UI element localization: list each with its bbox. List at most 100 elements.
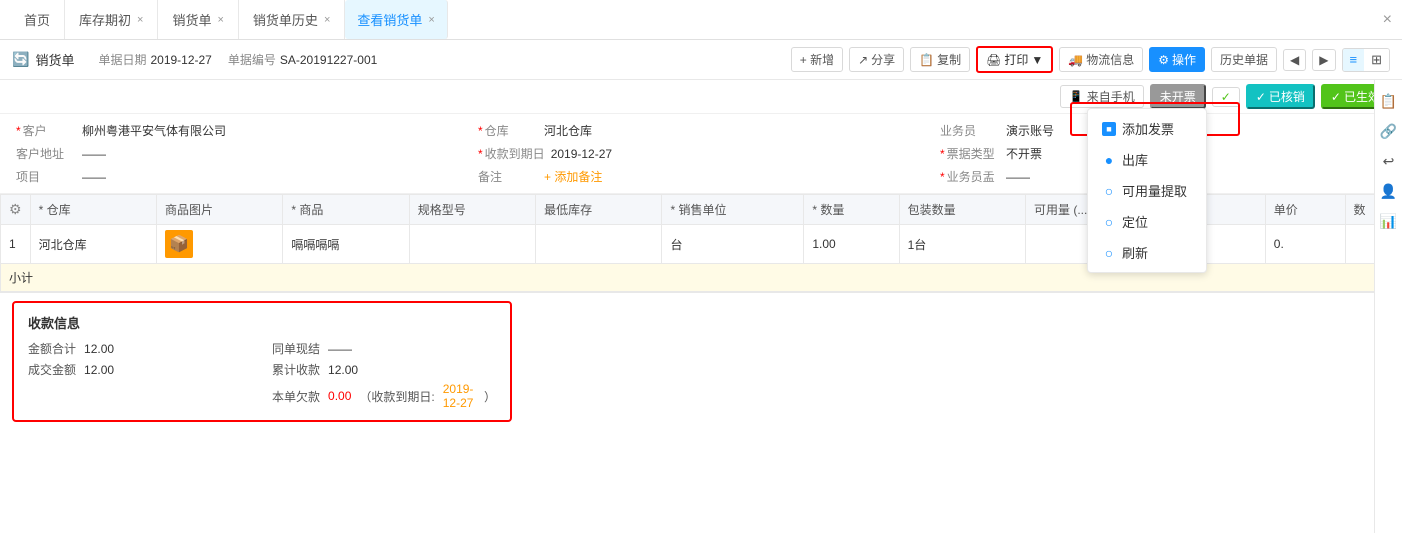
note-label: 备注 [478, 168, 538, 185]
amount-total-value: 12.00 [84, 342, 114, 356]
address-label: 客户地址 [16, 145, 76, 162]
outbound-item[interactable]: ● 出库 [1088, 144, 1206, 175]
copy-icon: 📋 [919, 53, 934, 67]
warehouse-value: 河北仓库 [544, 122, 592, 139]
col-unit: * 销售单位 [662, 195, 804, 225]
due-date-value: 2019-12-27 [551, 147, 612, 161]
window-close-button[interactable]: × [1383, 11, 1392, 29]
this-order-row: 本单欠款 0.00 （收款到期日: 2019-12-27 ） [272, 382, 496, 410]
locate-icon: ○ [1102, 215, 1116, 229]
tab-sales-close[interactable]: × [217, 14, 223, 26]
amount-total-label: 金额合计 [28, 340, 76, 357]
tab-inventory[interactable]: 库存期初 × [65, 0, 158, 39]
customer-value: 柳州粤港平安气体有限公司 [82, 122, 226, 139]
available-qty-icon: ○ [1102, 184, 1116, 198]
col-warehouse: * 仓库 [30, 195, 156, 225]
row-product: 嗝嗝嗝嗝 [283, 225, 409, 264]
locate-label: 定位 [1122, 212, 1148, 231]
row-warehouse: 河北仓库 [30, 225, 156, 264]
this-order-label: 本单欠款 [272, 388, 320, 405]
tab-sales-history-close[interactable]: × [324, 14, 330, 26]
add-invoice-icon: ■ [1102, 122, 1116, 136]
customer-field: 客户 柳州粤港平安气体有限公司 [16, 122, 462, 139]
refresh-label: 刷新 [1122, 243, 1148, 262]
confirm-button[interactable]: ✓ [1212, 87, 1240, 107]
transaction-value: 12.00 [84, 363, 114, 377]
operations-button[interactable]: ⚙ 操作 [1149, 47, 1205, 72]
doc-title: 🔄 销货单 [12, 50, 74, 69]
share-button[interactable]: ↗ 分享 [849, 47, 904, 72]
history-button[interactable]: 历史单据 [1211, 47, 1277, 72]
locate-item[interactable]: ○ 定位 [1088, 206, 1206, 237]
print-button[interactable]: 🖨 打印 ▼ [976, 46, 1053, 73]
customer-label: 客户 [16, 122, 76, 139]
sidebar-icon-4[interactable]: 👤 [1378, 180, 1400, 202]
row-product-img: 📦 [156, 225, 282, 264]
doc-number-label: 单据编号 [228, 51, 276, 68]
tab-check-sales[interactable]: 查看销货单 × [345, 0, 447, 39]
sold-out-icon: ✓ [1256, 90, 1266, 104]
col-pack-qty: 包装数量 [899, 195, 1025, 225]
add-invoice-item[interactable]: ■ 添加发票 [1088, 113, 1206, 144]
project-value: —— [82, 170, 106, 184]
table-settings-icon[interactable]: ⚙ [9, 201, 22, 217]
sales-order-icon: 🔄 [12, 51, 29, 68]
staff-value: 演示账号 [1006, 122, 1054, 139]
payment-info-box: 收款信息 金额合计 12.00 同单现结 —— 成交金额 12.00 累计收款 … [12, 301, 512, 422]
refresh-item[interactable]: ○ 刷新 [1088, 237, 1206, 268]
row-min-stock [536, 225, 662, 264]
due-end: ） [484, 388, 496, 405]
same-order-label: 同单现结 [272, 340, 320, 357]
add-note-button[interactable]: + 添加备注 [544, 168, 602, 185]
project-label: 项目 [16, 168, 76, 185]
this-order-value: 0.00 [328, 389, 351, 403]
logistics-button[interactable]: 🚚 物流信息 [1059, 47, 1143, 72]
warehouse-label: 仓库 [478, 122, 538, 139]
sidebar-icon-2[interactable]: 🔗 [1378, 120, 1400, 142]
view-toggle: ≡ ⊞ [1342, 48, 1391, 72]
not-open-ticket-button[interactable]: 未开票 [1150, 84, 1206, 109]
transaction-label: 成交金额 [28, 361, 76, 378]
row-price: 0. [1265, 225, 1345, 264]
address-field: 客户地址 —— [16, 145, 462, 162]
cumulative-row: 累计收款 12.00 [272, 361, 496, 378]
tab-sales[interactable]: 销货单 × [158, 0, 238, 39]
payment-title: 收款信息 [28, 313, 496, 332]
view-grid-button[interactable]: ⊞ [1364, 49, 1389, 71]
from-phone-button[interactable]: 📱 来自手机 [1060, 85, 1144, 108]
tab-home[interactable]: 首页 [10, 0, 65, 39]
doc-number-value: SA-20191227-001 [280, 53, 377, 67]
sidebar-icon-1[interactable]: 📋 [1378, 90, 1400, 112]
print-icon: 🖨 [986, 53, 1001, 67]
staff2-label: 业务员盂 [940, 168, 1000, 185]
row-pack-qty: 1台 [899, 225, 1025, 264]
operations-icon: ⚙ [1158, 53, 1169, 67]
view-list-button[interactable]: ≡ [1343, 49, 1365, 71]
available-qty-item[interactable]: ○ 可用量提取 [1088, 175, 1206, 206]
cumulative-label: 累计收款 [272, 361, 320, 378]
col-product-img: 商品图片 [156, 195, 282, 225]
tab-sales-history[interactable]: 销货单历史 × [239, 0, 345, 39]
copy-button[interactable]: 📋 复制 [910, 47, 970, 72]
print-dropdown-arrow: ▼ [1031, 53, 1043, 67]
outbound-label: 出库 [1122, 150, 1148, 169]
product-thumbnail: 📦 [165, 230, 193, 258]
col-spec: 规格型号 [409, 195, 535, 225]
new-button[interactable]: + 新增 [791, 47, 843, 72]
row-index: 1 [1, 225, 31, 264]
next-button[interactable]: ▶ [1312, 49, 1335, 71]
note-field: 备注 + 添加备注 [478, 168, 924, 185]
doc-header: 🔄 销货单 单据日期 2019-12-27 单据编号 SA-20191227-0… [0, 40, 1402, 80]
sidebar-icon-3[interactable]: ↩ [1378, 150, 1400, 172]
phone-icon: 📱 [1069, 90, 1084, 104]
sidebar-icon-5[interactable]: 📊 [1378, 210, 1400, 232]
tab-check-sales-close[interactable]: × [428, 14, 434, 26]
available-qty-label: 可用量提取 [1122, 181, 1187, 200]
sold-out-button[interactable]: ✓ 已核销 [1246, 84, 1315, 109]
prev-button[interactable]: ◀ [1283, 49, 1306, 71]
tab-inventory-close[interactable]: × [137, 14, 143, 26]
payment-grid: 金额合计 12.00 同单现结 —— 成交金额 12.00 累计收款 12.00 [28, 340, 496, 410]
doc-type-label: 销货单 [35, 50, 74, 69]
col-product: * 商品 [283, 195, 409, 225]
row-unit: 台 [662, 225, 804, 264]
